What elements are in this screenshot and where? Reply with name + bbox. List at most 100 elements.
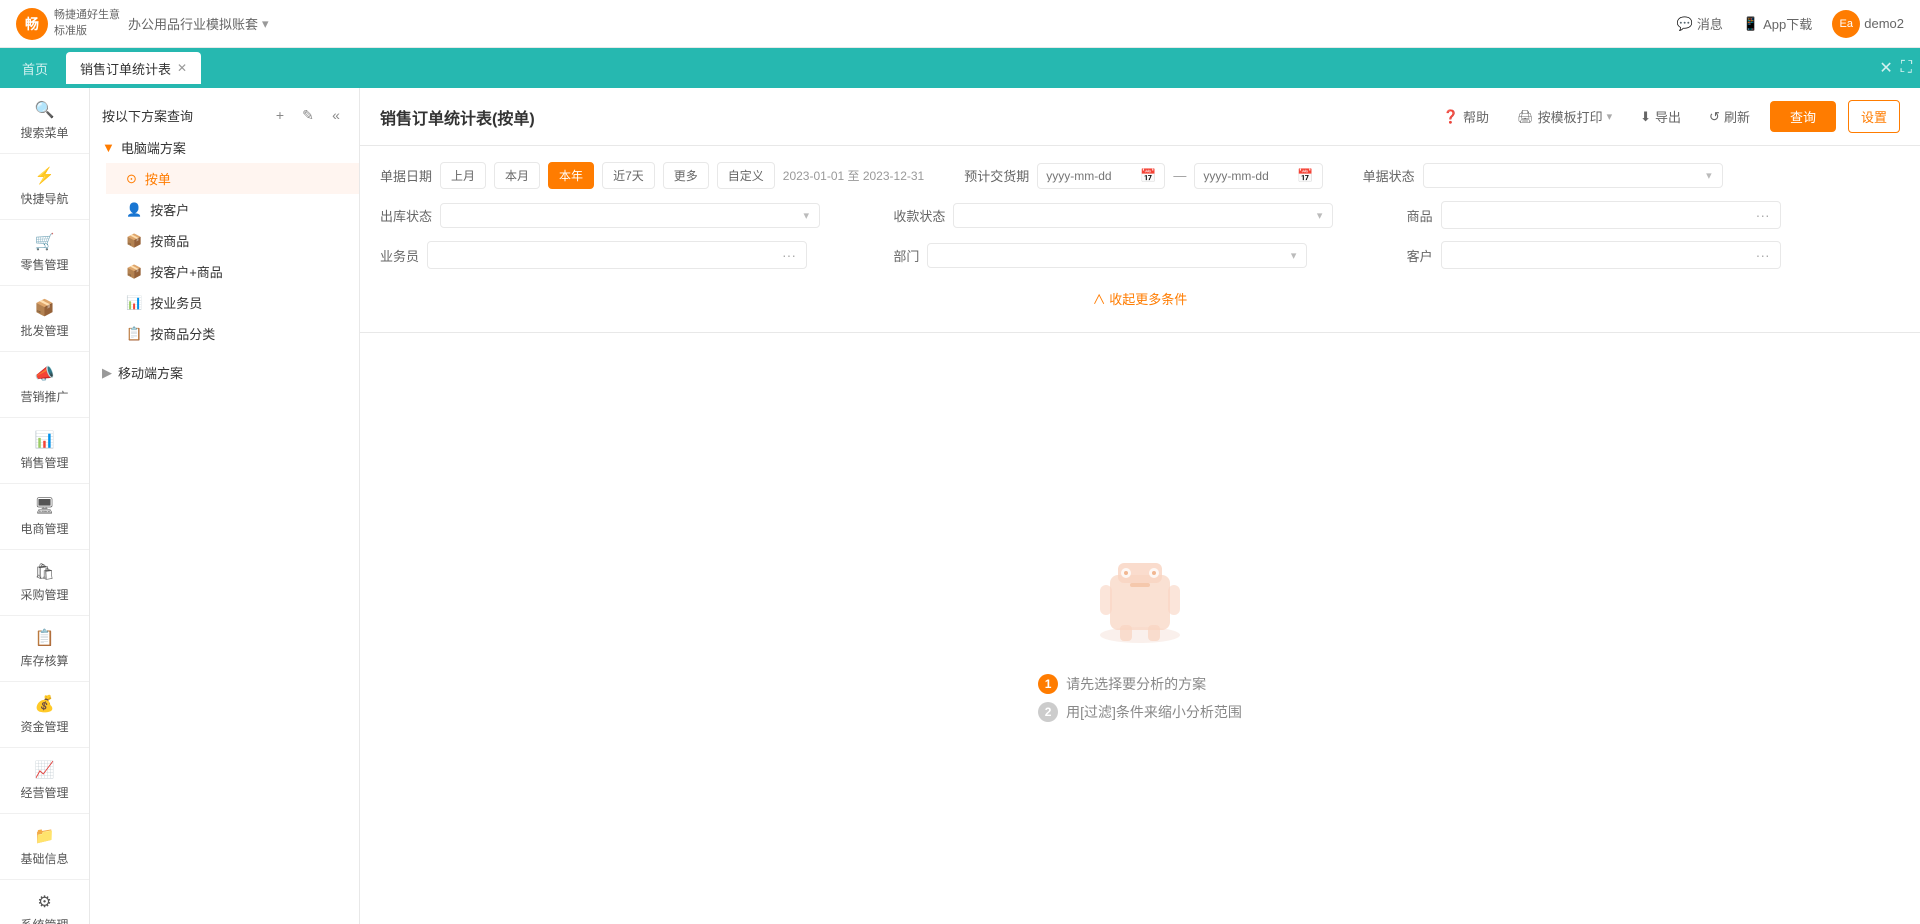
by-order-icon: ⊙: [126, 171, 137, 187]
sidebar-item-quick-nav[interactable]: ⚡ 快捷导航: [0, 154, 89, 220]
expected-date-to-wrap: 📅: [1194, 163, 1322, 189]
sidebar-item-wholesale-mgmt-label: 批发管理: [20, 322, 68, 339]
shipment-status-dropdown[interactable]: ▾: [440, 203, 820, 228]
app-download-label: App下载: [1763, 14, 1812, 33]
tree-actions: + ✎ «: [269, 104, 347, 126]
page-title: 销售订单统计表(按单): [380, 105, 535, 129]
customer-dropdown[interactable]: ···: [1441, 241, 1781, 269]
sidebar-item-wholesale-mgmt[interactable]: 📦 批发管理: [0, 286, 89, 352]
tree-node-by-customer[interactable]: 👤 按客户: [106, 194, 359, 225]
export-btn[interactable]: ⬇ 导出: [1632, 103, 1689, 130]
collapse-more-conditions-btn[interactable]: ∧ 收起更多条件: [380, 281, 1900, 316]
department-dropdown[interactable]: ▾: [927, 243, 1307, 268]
sidebar-item-basic-info[interactable]: 📁 基础信息: [0, 814, 89, 880]
filter-expected-date-item: 预计交货期 📅 — 📅: [964, 163, 1322, 189]
template-print-btn[interactable]: 🖨 按模板打印 ▾: [1509, 103, 1620, 130]
tree-node-by-category-label: 按商品分类: [150, 324, 215, 343]
sidebar-item-inventory-label: 库存核算: [20, 652, 68, 669]
tree-collapse-btn[interactable]: «: [325, 104, 347, 126]
tree-node-by-order[interactable]: ⊙ 按单: [106, 163, 359, 194]
sidebar-item-system[interactable]: ⚙ 系统管理: [0, 880, 89, 924]
tab-bar-expand-btn[interactable]: ⛶: [1901, 59, 1912, 77]
tree-node-by-category[interactable]: 📋 按商品分类: [106, 318, 359, 349]
filter-order-status-item: 单据状态 ▾: [1363, 163, 1900, 188]
payment-status-dropdown[interactable]: ▾: [953, 203, 1333, 228]
sales-mgmt-icon: 📊: [35, 430, 55, 450]
tree-add-btn[interactable]: +: [269, 104, 291, 126]
breadcrumb-text: 办公用品行业模拟账套: [128, 14, 258, 33]
finance-icon: 💰: [35, 694, 55, 714]
help-icon: ❓: [1443, 109, 1459, 125]
sidebar-item-search-menu[interactable]: 🔍 搜索菜单: [0, 88, 89, 154]
date-btn-this-month[interactable]: 本月: [494, 162, 540, 189]
app-download-action[interactable]: 📱 App下载: [1743, 14, 1812, 33]
sidebar-item-sales-mgmt[interactable]: 📊 销售管理: [0, 418, 89, 484]
query-button[interactable]: 查询: [1770, 101, 1836, 132]
search-menu-icon: 🔍: [35, 100, 55, 120]
calendar-to-icon[interactable]: 📅: [1297, 168, 1313, 184]
filter-date-label: 单据日期: [380, 166, 432, 185]
tree-node-by-product[interactable]: 📦 按商品: [106, 225, 359, 256]
marketing-icon: 📣: [35, 364, 55, 384]
empty-hint-2: 2 用[过滤]条件来缩小分析范围: [1038, 702, 1242, 722]
sidebar-item-finance[interactable]: 💰 资金管理: [0, 682, 89, 748]
sidebar-item-marketing[interactable]: 📣 营销推广: [0, 352, 89, 418]
tab-sales-order-stats[interactable]: 销售订单统计表 ✕: [66, 52, 201, 84]
date-btn-custom[interactable]: 自定义: [717, 162, 775, 189]
product-dropdown[interactable]: ···: [1441, 201, 1781, 229]
sidebar-item-operations[interactable]: 📈 经营管理: [0, 748, 89, 814]
expected-date-from-input[interactable]: [1046, 169, 1136, 183]
date-btn-this-year[interactable]: 本年: [548, 162, 594, 189]
calendar-from-icon[interactable]: 📅: [1140, 168, 1156, 184]
tab-close-icon[interactable]: ✕: [177, 61, 187, 75]
tab-bar: 首页 销售订单统计表 ✕ ✕ ⛶: [0, 48, 1920, 88]
tree-section-desktop[interactable]: ▼ 电脑端方案: [90, 132, 359, 163]
sidebar-item-ecom-mgmt[interactable]: 🖥 电商管理: [0, 484, 89, 550]
salesperson-more-icon[interactable]: ···: [782, 247, 796, 263]
tree-node-by-customer-product[interactable]: 📦 按客户+商品: [106, 256, 359, 287]
date-btn-last-month[interactable]: 上月: [440, 162, 486, 189]
basic-info-icon: 📁: [35, 826, 55, 846]
help-btn[interactable]: ❓ 帮助: [1435, 103, 1497, 130]
page-title-bar: 销售订单统计表(按单) ❓ 帮助 🖨 按模板打印 ▾ ⬇ 导出: [360, 88, 1920, 146]
sidebar-item-retail-mgmt[interactable]: 🛒 零售管理: [0, 220, 89, 286]
ecom-mgmt-icon: 🖥: [34, 496, 54, 516]
system-icon: ⚙: [37, 892, 51, 912]
breadcrumb-arrow-icon[interactable]: ▾: [262, 16, 269, 32]
tree-panel-title: 按以下方案查询: [102, 106, 193, 125]
date-btn-7days[interactable]: 近7天: [602, 162, 655, 189]
date-btn-more[interactable]: 更多: [663, 162, 709, 189]
tree-edit-btn[interactable]: ✎: [297, 104, 319, 126]
filter-payment-status-label: 收款状态: [893, 206, 945, 225]
message-action[interactable]: 💬 消息: [1677, 14, 1723, 33]
wholesale-mgmt-icon: 📦: [35, 298, 55, 318]
empty-illustration: [1080, 535, 1200, 658]
inventory-icon: 📋: [35, 628, 55, 648]
customer-more-icon[interactable]: ···: [1756, 247, 1770, 263]
refresh-btn[interactable]: ↺ 刷新: [1701, 103, 1758, 130]
main-area: 🔍 搜索菜单 ⚡ 快捷导航 🛒 零售管理 📦 批发管理 📣 营销推广 📊 销售管…: [0, 88, 1920, 924]
tree-node-by-salesperson[interactable]: 📊 按业务员: [106, 287, 359, 318]
by-customer-product-icon: 📦: [126, 264, 142, 280]
settings-button[interactable]: 设置: [1848, 100, 1900, 133]
page-actions: ❓ 帮助 🖨 按模板打印 ▾ ⬇ 导出 ↺ 刷新: [1435, 100, 1900, 133]
tab-home[interactable]: 首页: [8, 52, 62, 84]
header-right: 💬 消息 📱 App下载 Ea demo2: [1677, 10, 1904, 38]
expected-date-to-input[interactable]: [1203, 169, 1293, 183]
date-range-text: 2023-01-01 至 2023-12-31: [783, 167, 924, 184]
operations-icon: 📈: [35, 760, 55, 780]
user-profile[interactable]: Ea demo2: [1832, 10, 1904, 38]
sidebar-item-operations-label: 经营管理: [20, 784, 68, 801]
sidebar-item-inventory[interactable]: 📋 库存核算: [0, 616, 89, 682]
order-status-dropdown[interactable]: ▾: [1423, 163, 1723, 188]
header-left: 畅 畅捷通好生意 标准版 办公用品行业模拟账套 ▾: [16, 8, 269, 40]
tree-section-mobile[interactable]: ▶ 移动端方案: [90, 357, 359, 388]
sidebar-item-sales-mgmt-label: 销售管理: [20, 454, 68, 471]
logo-icon: 畅: [16, 8, 48, 40]
filter-area: 单据日期 上月 本月 本年 近7天 更多 自定义 2023-01-01 至 20…: [360, 146, 1920, 333]
product-more-icon[interactable]: ···: [1756, 207, 1770, 223]
tab-bar-close-btn[interactable]: ✕: [1879, 58, 1892, 78]
salesperson-dropdown[interactable]: ···: [427, 241, 807, 269]
sidebar-item-purchase-mgmt[interactable]: 🛍 采购管理: [0, 550, 89, 616]
tree-section-mobile-arrow-icon: ▶: [102, 365, 112, 381]
